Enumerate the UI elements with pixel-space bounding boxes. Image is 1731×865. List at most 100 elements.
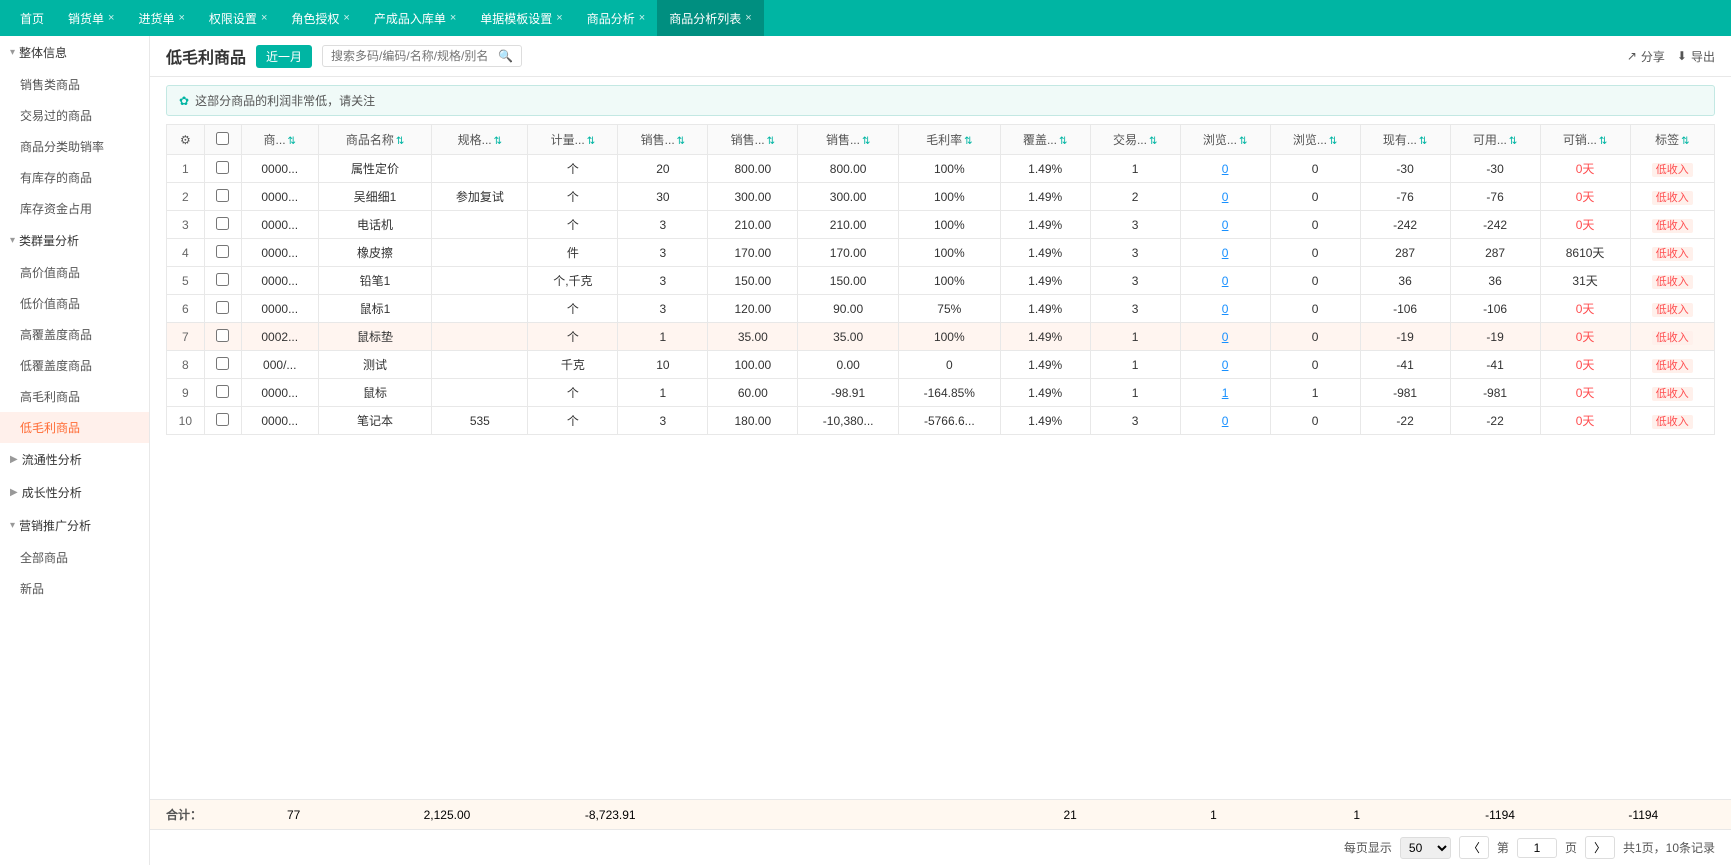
cell-checkbox[interactable] xyxy=(204,351,241,379)
col-sale-qty[interactable]: 销售...⇅ xyxy=(618,125,708,155)
next-page-button[interactable]: 〉 xyxy=(1585,836,1615,859)
nav-sales-order[interactable]: 销货单 × xyxy=(56,0,126,36)
sidebar-item-in-stock[interactable]: 有库存的商品 xyxy=(0,162,149,193)
row-checkbox[interactable] xyxy=(216,217,229,230)
row-checkbox[interactable] xyxy=(216,329,229,342)
nav-close-sales[interactable]: × xyxy=(108,12,114,24)
sidebar-group-growth[interactable]: ▶ 成长性分析 xyxy=(0,476,149,509)
sidebar-item-all-products[interactable]: 全部商品 xyxy=(0,542,149,573)
row-checkbox[interactable] xyxy=(216,245,229,258)
col-available[interactable]: 可用...⇅ xyxy=(1450,125,1540,155)
col-spec[interactable]: 规格...⇅ xyxy=(432,125,528,155)
col-view1[interactable]: 浏览...⇅ xyxy=(1180,125,1270,155)
cell-view1[interactable]: 0 xyxy=(1180,407,1270,435)
share-button[interactable]: ↗ 分享 xyxy=(1627,48,1665,65)
page-size-select[interactable]: 50 100 200 xyxy=(1400,837,1451,859)
cell-checkbox[interactable] xyxy=(204,407,241,435)
nav-close-analysis[interactable]: × xyxy=(639,12,645,24)
cell-saleable: 0天 xyxy=(1540,351,1630,379)
nav-close-template[interactable]: × xyxy=(556,12,562,24)
cell-unit: 个 xyxy=(528,183,618,211)
sidebar-item-low-value[interactable]: 低价值商品 xyxy=(0,288,149,319)
sidebar-item-high-coverage[interactable]: 高覆盖度商品 xyxy=(0,319,149,350)
time-filter-button[interactable]: 近一月 xyxy=(256,45,312,68)
sidebar-group-marketing[interactable]: ▾ 营销推广分析 xyxy=(0,509,149,542)
search-input[interactable] xyxy=(331,49,492,63)
cell-view1[interactable]: 0 xyxy=(1180,267,1270,295)
cell-view1[interactable]: 0 xyxy=(1180,351,1270,379)
select-all-checkbox[interactable] xyxy=(216,132,229,145)
cell-saleable: 0天 xyxy=(1540,211,1630,239)
cell-saleable: 0天 xyxy=(1540,295,1630,323)
col-saleable[interactable]: 可销...⇅ xyxy=(1540,125,1630,155)
prev-page-button[interactable]: 〈 xyxy=(1459,836,1489,859)
sidebar-item-sales-products[interactable]: 销售类商品 xyxy=(0,69,149,100)
sidebar-item-low-margin[interactable]: 低毛利商品 xyxy=(0,412,149,443)
cell-checkbox[interactable] xyxy=(204,295,241,323)
row-checkbox[interactable] xyxy=(216,301,229,314)
row-checkbox[interactable] xyxy=(216,413,229,426)
sidebar-item-high-value[interactable]: 高价值商品 xyxy=(0,257,149,288)
cell-view1[interactable]: 0 xyxy=(1180,183,1270,211)
cell-checkbox[interactable] xyxy=(204,155,241,183)
cell-checkbox[interactable] xyxy=(204,239,241,267)
col-gross-margin[interactable]: 毛利率⇅ xyxy=(898,125,1000,155)
search-icon[interactable]: 🔍 xyxy=(498,49,513,63)
nav-purchase-order[interactable]: 进货单 × xyxy=(126,0,196,36)
row-checkbox[interactable] xyxy=(216,189,229,202)
cell-checkbox[interactable] xyxy=(204,323,241,351)
col-unit[interactable]: 计量...⇅ xyxy=(528,125,618,155)
cell-trade: 3 xyxy=(1090,407,1180,435)
cell-view1[interactable]: 0 xyxy=(1180,295,1270,323)
nav-permissions[interactable]: 权限设置 × xyxy=(197,0,279,36)
sidebar-item-high-margin[interactable]: 高毛利商品 xyxy=(0,381,149,412)
row-checkbox[interactable] xyxy=(216,273,229,286)
export-button[interactable]: ⬇ 导出 xyxy=(1677,48,1715,65)
sidebar-group-circulation[interactable]: ▶ 流通性分析 xyxy=(0,443,149,476)
row-checkbox[interactable] xyxy=(216,357,229,370)
cell-view1[interactable]: 0 xyxy=(1180,155,1270,183)
col-current-stock[interactable]: 现有...⇅ xyxy=(1360,125,1450,155)
sidebar-item-stock-capital[interactable]: 库存资金占用 xyxy=(0,193,149,224)
nav-template-settings[interactable]: 单据模板设置 × xyxy=(468,0,574,36)
sidebar-item-category-assist[interactable]: 商品分类助销率 xyxy=(0,131,149,162)
sidebar-group-cluster[interactable]: ▾ 类群量分析 xyxy=(0,224,149,257)
sidebar-item-new-products[interactable]: 新品 xyxy=(0,573,149,604)
col-code[interactable]: 商...⇅ xyxy=(241,125,318,155)
col-sale-amount[interactable]: 销售...⇅ xyxy=(708,125,798,155)
cell-checkbox[interactable] xyxy=(204,379,241,407)
nav-role-auth[interactable]: 角色授权 × xyxy=(279,0,361,36)
cell-view1[interactable]: 0 xyxy=(1180,323,1270,351)
cell-checkbox[interactable] xyxy=(204,183,241,211)
nav-product-entry[interactable]: 产成品入库单 × xyxy=(362,0,468,36)
col-checkbox[interactable] xyxy=(204,125,241,155)
sidebar-item-traded-products[interactable]: 交易过的商品 xyxy=(0,100,149,131)
col-view2[interactable]: 浏览...⇅ xyxy=(1270,125,1360,155)
nav-close-permissions[interactable]: × xyxy=(261,12,267,24)
row-checkbox[interactable] xyxy=(216,385,229,398)
cell-checkbox[interactable] xyxy=(204,267,241,295)
cell-view1[interactable]: 1 xyxy=(1180,379,1270,407)
nav-product-analysis-list[interactable]: 商品分析列表 × xyxy=(657,0,763,36)
col-tag[interactable]: 标签⇅ xyxy=(1630,125,1714,155)
nav-close-role[interactable]: × xyxy=(343,12,349,24)
col-trade[interactable]: 交易...⇅ xyxy=(1090,125,1180,155)
nav-product-analysis[interactable]: 商品分析 × xyxy=(575,0,657,36)
nav-close-analysis-list[interactable]: × xyxy=(745,12,751,24)
cell-view1[interactable]: 0 xyxy=(1180,211,1270,239)
nav-close-product[interactable]: × xyxy=(450,12,456,24)
col-name[interactable]: 商品名称⇅ xyxy=(318,125,432,155)
col-sale-profit[interactable]: 销售...⇅ xyxy=(798,125,899,155)
sidebar-group-overview[interactable]: ▾ 整体信息 xyxy=(0,36,149,69)
col-settings[interactable]: ⚙ xyxy=(167,125,205,155)
cell-coverage: 1.49% xyxy=(1000,351,1090,379)
page-number-input[interactable] xyxy=(1517,838,1557,858)
sidebar-item-low-coverage[interactable]: 低覆盖度商品 xyxy=(0,350,149,381)
cell-sale-amount: 120.00 xyxy=(708,295,798,323)
col-coverage[interactable]: 覆盖...⇅ xyxy=(1000,125,1090,155)
row-checkbox[interactable] xyxy=(216,161,229,174)
cell-checkbox[interactable] xyxy=(204,211,241,239)
nav-close-purchase[interactable]: × xyxy=(178,12,184,24)
nav-home[interactable]: 首页 xyxy=(8,0,56,36)
cell-view1[interactable]: 0 xyxy=(1180,239,1270,267)
